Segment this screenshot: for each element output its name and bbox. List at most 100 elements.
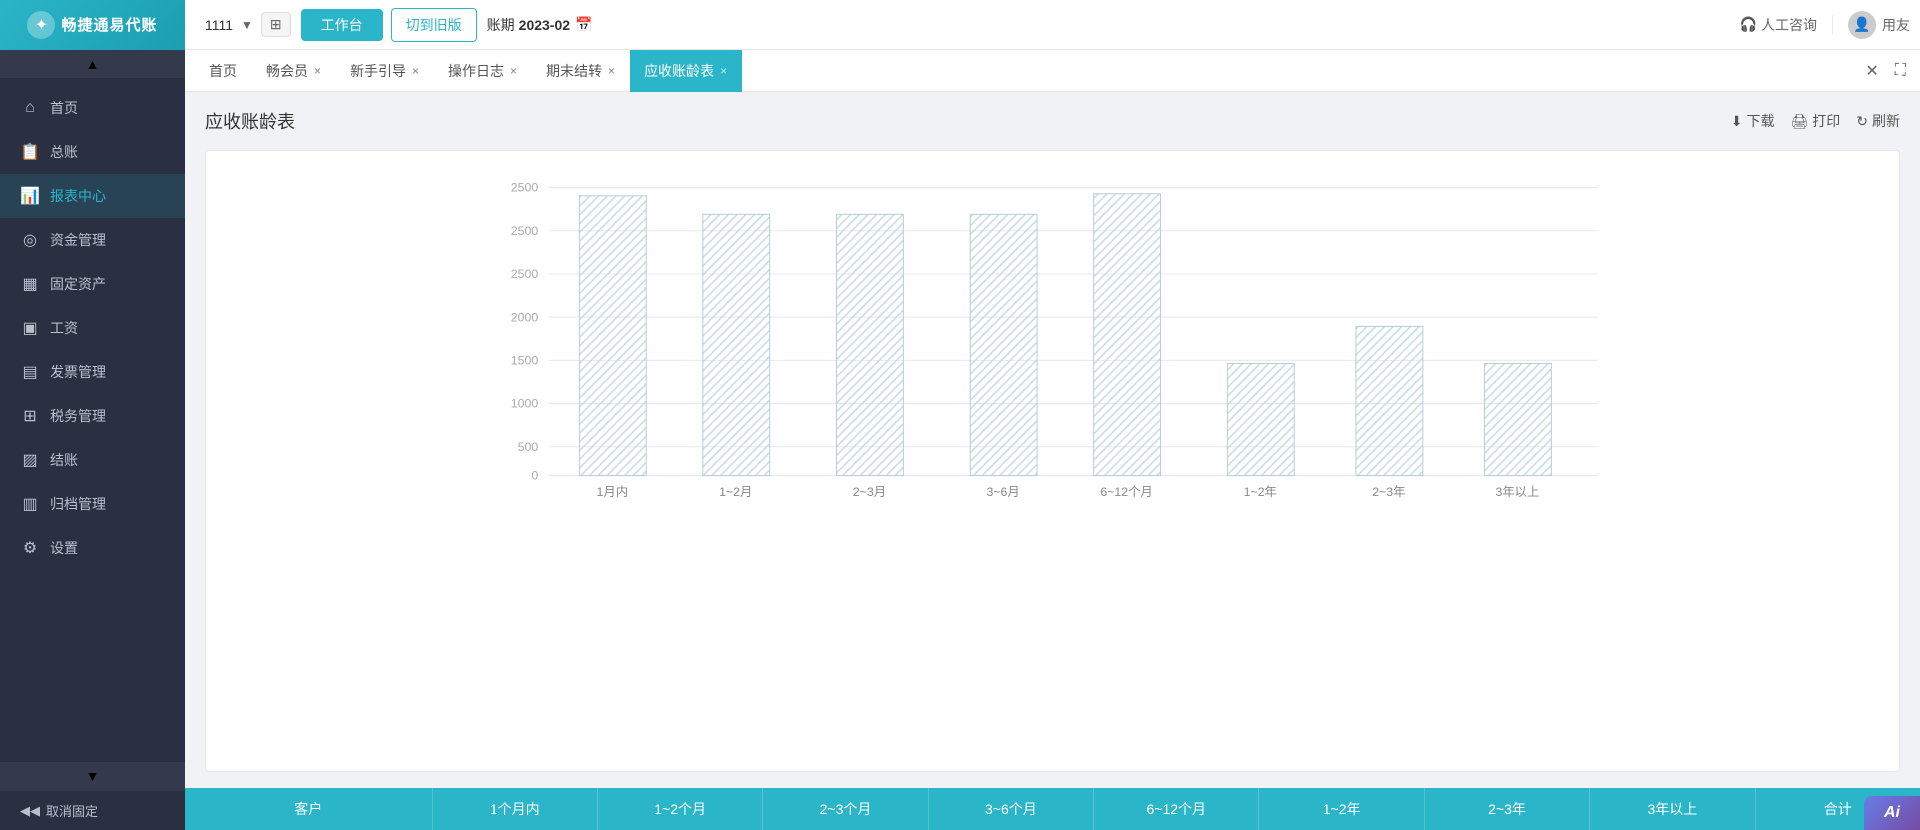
sidebar-item-tax-label: 税务管理 xyxy=(50,406,106,426)
tab-guide[interactable]: 新手引导 × xyxy=(336,50,434,92)
table-header: 客户 1个月内 1~2个月 2~3个月 3~6个月 6~12个月 1~2年 2~… xyxy=(185,788,1920,830)
col-1-2month: 1~2个月 xyxy=(598,788,763,830)
tab-period-end-label: 期末结转 xyxy=(546,61,602,81)
sidebar: ▲ ⌂ 首页 📋 总账 📊 报表中心 ◎ 资金管理 ▦ 固定资产 xyxy=(0,50,185,830)
sidebar-item-salary-label: 工资 xyxy=(50,318,78,338)
refresh-icon: ↻ xyxy=(1856,113,1868,130)
col-3year-plus-label: 3年以上 xyxy=(1647,799,1697,819)
tabs-close-all-button[interactable]: ✕ xyxy=(1861,57,1882,85)
print-icon: 🖨 xyxy=(1790,113,1808,130)
col-2-3year-label: 2~3年 xyxy=(1488,799,1526,819)
sidebar-item-assets[interactable]: ▦ 固定资产 xyxy=(0,262,185,306)
sidebar-item-funds-label: 资金管理 xyxy=(50,230,106,250)
tab-guide-close[interactable]: × xyxy=(412,64,419,78)
ledger-icon: 📋 xyxy=(20,142,40,162)
funds-icon: ◎ xyxy=(20,230,40,250)
svg-text:0: 0 xyxy=(531,469,538,483)
sidebar-item-home[interactable]: ⌂ 首页 xyxy=(0,86,185,130)
tab-oplog[interactable]: 操作日志 × xyxy=(434,50,532,92)
col-1month-label: 1个月内 xyxy=(490,799,540,819)
tab-member[interactable]: 畅会员 × xyxy=(252,50,336,92)
col-1month: 1个月内 xyxy=(433,788,598,830)
content-area: 首页 畅会员 × 新手引导 × 操作日志 × 期末结转 × 应收账龄表 × xyxy=(185,50,1920,830)
tab-home[interactable]: 首页 xyxy=(195,50,252,92)
svg-text:2000: 2000 xyxy=(511,310,539,324)
col-1-2month-label: 1~2个月 xyxy=(654,799,706,819)
tabs-expand-button[interactable]: ⛶ xyxy=(1891,58,1910,84)
col-6-12month-label: 6~12个月 xyxy=(1146,799,1206,819)
user-area[interactable]: 👤 用友 xyxy=(1848,11,1910,39)
refresh-button[interactable]: ↻ 刷新 xyxy=(1856,111,1900,131)
tab-period-end-close[interactable]: × xyxy=(608,64,615,78)
col-2-3year: 2~3年 xyxy=(1425,788,1590,830)
print-button[interactable]: 🖨 打印 xyxy=(1790,111,1840,131)
tab-aging-label: 应收账龄表 xyxy=(644,61,714,81)
download-label: 下载 xyxy=(1746,111,1774,131)
svg-text:2500: 2500 xyxy=(511,224,539,238)
ai-badge[interactable]: Ai xyxy=(1864,796,1920,830)
svg-text:2500: 2500 xyxy=(511,181,539,195)
tab-aging[interactable]: 应收账龄表 × xyxy=(630,50,742,92)
sidebar-item-reports-label: 报表中心 xyxy=(50,186,106,206)
tab-oplog-close[interactable]: × xyxy=(510,64,517,78)
download-icon: ⬇ xyxy=(1731,113,1743,130)
copy-button[interactable]: ⊞ xyxy=(261,12,291,37)
main-layout: ▲ ⌂ 首页 📋 总账 📊 报表中心 ◎ 资金管理 ▦ 固定资产 xyxy=(0,50,1920,830)
col-3-6month: 3~6个月 xyxy=(929,788,1094,830)
sidebar-unpin-button[interactable]: ◀◀ 取消固定 xyxy=(0,790,185,830)
svg-text:1~2月: 1~2月 xyxy=(719,485,752,499)
settings-icon: ⚙ xyxy=(20,538,40,558)
workbench-button[interactable]: 工作台 xyxy=(301,9,383,41)
sidebar-item-salary[interactable]: ▣ 工资 xyxy=(0,306,185,350)
sidebar-item-checkout[interactable]: ▨ 结账 xyxy=(0,438,185,482)
col-total-label: 合计 xyxy=(1824,799,1852,819)
tab-aging-close[interactable]: × xyxy=(720,64,727,78)
download-button[interactable]: ⬇ 下载 xyxy=(1731,111,1775,131)
tab-member-close[interactable]: × xyxy=(314,64,321,78)
consult-label: 人工咨询 xyxy=(1761,15,1817,35)
col-3year-plus: 3年以上 xyxy=(1590,788,1755,830)
col-2-3month: 2~3个月 xyxy=(763,788,928,830)
tab-period-end[interactable]: 期末结转 × xyxy=(532,50,630,92)
sidebar-nav: ⌂ 首页 📋 总账 📊 报表中心 ◎ 资金管理 ▦ 固定资产 ▣ 工资 xyxy=(0,78,185,762)
tax-icon: ⊞ xyxy=(20,406,40,426)
archive-icon: ▥ xyxy=(20,494,40,514)
sidebar-item-invoice[interactable]: ▤ 发票管理 xyxy=(0,350,185,394)
col-customer-label: 客户 xyxy=(294,799,322,819)
sidebar-item-assets-label: 固定资产 xyxy=(50,274,106,294)
sidebar-item-archive[interactable]: ▥ 归档管理 xyxy=(0,482,185,526)
sidebar-item-reports[interactable]: 📊 报表中心 xyxy=(0,174,185,218)
salary-icon: ▣ xyxy=(20,318,40,338)
sidebar-scroll-up[interactable]: ▲ xyxy=(0,50,185,78)
tab-member-label: 畅会员 xyxy=(266,61,308,81)
sidebar-item-ledger[interactable]: 📋 总账 xyxy=(0,130,185,174)
logo-area: ✦ 畅捷通易代账 xyxy=(0,0,185,50)
consult-button[interactable]: 🎧 人工咨询 xyxy=(1740,15,1817,35)
unpin-label: 取消固定 xyxy=(46,801,98,820)
sidebar-item-tax[interactable]: ⊞ 税务管理 xyxy=(0,394,185,438)
sidebar-item-settings[interactable]: ⚙ 设置 xyxy=(0,526,185,570)
ai-badge-text: Ai xyxy=(1884,804,1900,821)
company-selector: 1111 ▼ ⊞ xyxy=(205,12,291,37)
col-customer: 客户 xyxy=(185,788,433,830)
chart-container: 2500 2500 2500 2000 1500 1000 500 xyxy=(205,150,1900,772)
col-3-6month-label: 3~6个月 xyxy=(985,799,1037,819)
company-name: 1111 xyxy=(205,17,233,33)
tabs-bar: 首页 畅会员 × 新手引导 × 操作日志 × 期末结转 × 应收账龄表 × xyxy=(185,50,1920,92)
sidebar-item-funds[interactable]: ◎ 资金管理 xyxy=(0,218,185,262)
sidebar-item-archive-label: 归档管理 xyxy=(50,494,106,514)
calendar-icon[interactable]: 📅 xyxy=(575,16,592,33)
switch-version-button[interactable]: 切到旧版 xyxy=(391,8,477,42)
top-header: ✦ 畅捷通易代账 1111 ▼ ⊞ 工作台 切到旧版 账期 2023-02 📅 … xyxy=(0,0,1920,50)
sidebar-scroll-down[interactable]: ▼ xyxy=(0,762,185,790)
tab-home-label: 首页 xyxy=(209,61,237,81)
reports-icon: 📊 xyxy=(20,186,40,206)
user-name: 用友 xyxy=(1882,15,1910,35)
avatar: 👤 xyxy=(1848,11,1876,39)
svg-text:6~12个月: 6~12个月 xyxy=(1100,485,1152,499)
logo-text: 畅捷通易代账 xyxy=(61,14,157,35)
sidebar-item-invoice-label: 发票管理 xyxy=(50,362,106,382)
invoice-icon: ▤ xyxy=(20,362,40,382)
period-area: 账期 2023-02 📅 xyxy=(487,15,593,35)
company-dropdown-button[interactable]: ▼ xyxy=(241,18,253,32)
